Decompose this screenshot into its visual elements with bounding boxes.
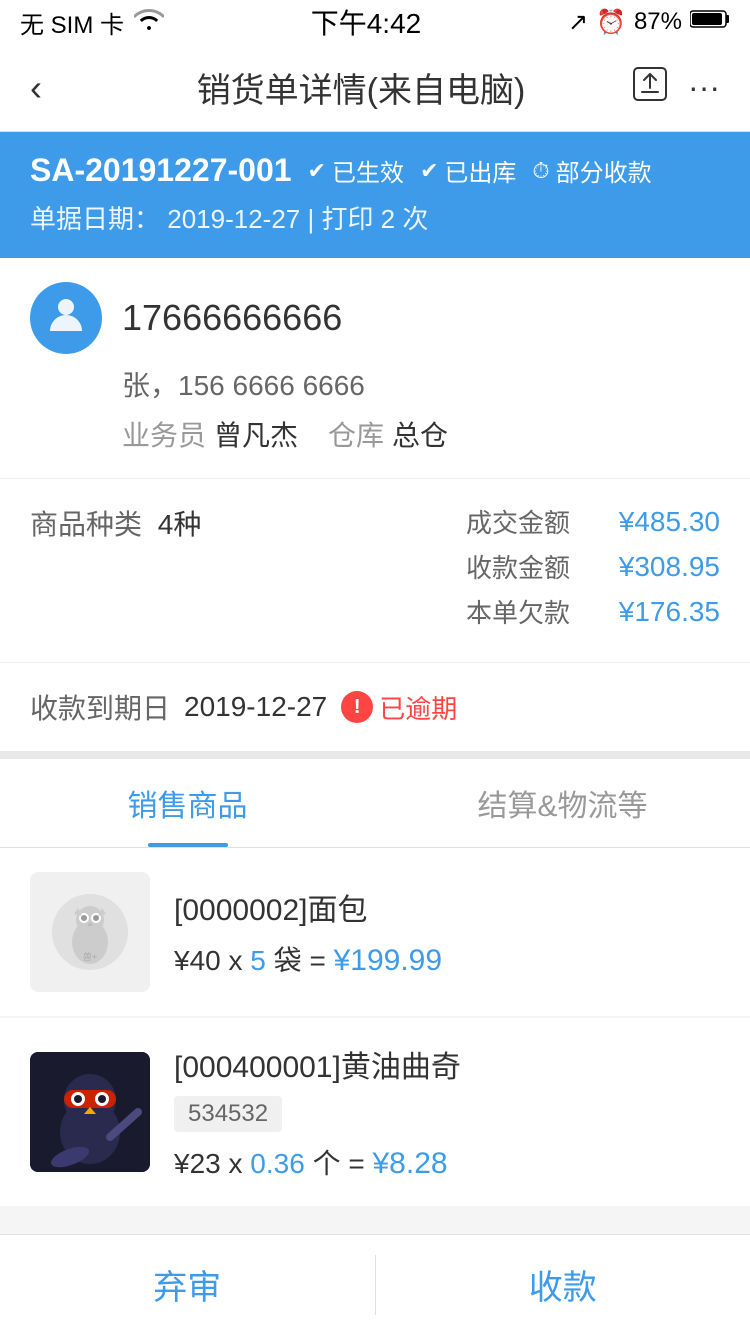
- product-qty-2: 0.36: [250, 1148, 305, 1179]
- received-amount: 收款金额 ¥308.95: [466, 548, 720, 585]
- due-section: 收款到期日 2019-12-27 ! 已逾期: [0, 663, 750, 759]
- signal-icon: 无 SIM 卡: [20, 5, 124, 40]
- product-type: 商品种类 4种: [30, 503, 201, 543]
- product-total-1: ¥199.99: [334, 944, 442, 977]
- export-icon[interactable]: [632, 66, 668, 110]
- product-list: 兽+ [0000002]面包 ¥40 x 5 袋 = ¥199.99: [0, 848, 750, 1206]
- time-display: 下午4:42: [311, 2, 422, 42]
- list-item[interactable]: 兽+ [0000002]面包 ¥40 x 5 袋 = ¥199.99: [0, 848, 750, 1016]
- overdue-text: 已逾期: [379, 689, 457, 726]
- cancel-button[interactable]: 弃审: [0, 1235, 375, 1334]
- product-info-2: [000400001]黄油曲奇 534532 ¥23 x 0.36 个 = ¥8…: [174, 1042, 720, 1182]
- product-total-2: ¥8.28: [373, 1147, 448, 1180]
- debt-amount: 本单欠款 ¥176.35: [466, 593, 720, 630]
- customer-info: 张，156 6666 6666: [30, 364, 720, 404]
- product-info-1: [0000002]面包 ¥40 x 5 袋 = ¥199.99: [174, 885, 720, 979]
- svg-text:兽+: 兽+: [83, 951, 97, 962]
- product-price-1: ¥40 x 5 袋 = ¥199.99: [174, 939, 720, 979]
- customer-row: 17666666666: [30, 282, 720, 354]
- product-name-2: [000400001]黄油曲奇: [174, 1042, 720, 1086]
- check-icon-2: ✔: [420, 158, 438, 184]
- bottom-bar: 弃审 收款: [0, 1234, 750, 1334]
- status-badge-1: ✔ 已生效: [308, 153, 404, 188]
- customer-section: 17666666666 张，156 6666 6666 业务员 曾凡杰 仓库 总…: [0, 258, 750, 479]
- tab-sales-products[interactable]: 销售商品: [0, 759, 375, 847]
- customer-phone: 17666666666: [122, 297, 342, 339]
- person-icon: [44, 291, 88, 345]
- avatar: [30, 282, 102, 354]
- confirm-button[interactable]: 收款: [376, 1235, 750, 1334]
- product-batch-2: 534532: [174, 1096, 282, 1132]
- status-bar: 无 SIM 卡 下午4:42 ↗ ⏰ 87%: [0, 0, 750, 44]
- product-image-1: 兽+: [30, 872, 150, 992]
- more-icon[interactable]: ···: [688, 69, 720, 106]
- clock-icon: ⏱: [532, 158, 549, 184]
- sales-detail: 业务员 曾凡杰: [122, 414, 298, 454]
- product-image-2: [30, 1052, 150, 1172]
- nav-bar: ‹ 销货单详情(来自电脑) ···: [0, 44, 750, 132]
- summary-row: 商品种类 4种 成交金额 ¥485.30 收款金额 ¥308.95 本单欠款 ¥…: [30, 503, 720, 638]
- alarm-icon: ⏰: [596, 8, 626, 37]
- product-qty-1: 5: [250, 945, 266, 976]
- status-badge-2: ✔ 已出库: [420, 153, 516, 188]
- tab-underline: [148, 843, 228, 847]
- list-item[interactable]: [000400001]黄油曲奇 534532 ¥23 x 0.36 个 = ¥8…: [0, 1018, 750, 1206]
- status-bar-right: ↗ ⏰ 87%: [568, 8, 730, 37]
- amount-summary: 成交金额 ¥485.30 收款金额 ¥308.95 本单欠款 ¥176.35: [466, 503, 720, 638]
- order-id-row: SA-20191227-001 ✔ 已生效 ✔ 已出库 ⏱ 部分收款: [30, 152, 720, 189]
- order-header: SA-20191227-001 ✔ 已生效 ✔ 已出库 ⏱ 部分收款 单据日期：…: [0, 132, 750, 258]
- battery-level: 87%: [634, 8, 682, 36]
- tabs: 销售商品 结算&物流等: [0, 759, 750, 848]
- warehouse-detail: 仓库 总仓: [328, 414, 448, 454]
- order-id: SA-20191227-001: [30, 152, 292, 189]
- due-date-value: 2019-12-27: [184, 691, 327, 723]
- product-price-2: ¥23 x 0.36 个 = ¥8.28: [174, 1142, 720, 1182]
- nav-actions: ···: [632, 66, 720, 110]
- customer-detail-row: 业务员 曾凡杰 仓库 总仓: [30, 414, 720, 454]
- status-bar-left: 无 SIM 卡: [20, 5, 164, 40]
- product-name-1: [0000002]面包: [174, 885, 720, 929]
- overdue-icon: !: [341, 691, 373, 723]
- due-label: 收款到期日: [30, 687, 170, 727]
- location-icon: ↗: [568, 8, 588, 37]
- status-badge-3: ⏱ 部分收款: [532, 153, 651, 188]
- battery-icon: [690, 8, 730, 36]
- transaction-amount: 成交金额 ¥485.30: [466, 503, 720, 540]
- overdue-badge: ! 已逾期: [341, 689, 457, 726]
- order-meta: 单据日期： 2019-12-27 | 打印 2 次: [30, 199, 720, 236]
- tab-settlement[interactable]: 结算&物流等: [375, 759, 750, 847]
- wifi-icon: [134, 8, 164, 37]
- summary-section: 商品种类 4种 成交金额 ¥485.30 收款金额 ¥308.95 本单欠款 ¥…: [0, 479, 750, 663]
- check-icon-1: ✔: [308, 158, 326, 184]
- back-button[interactable]: ‹: [30, 67, 90, 109]
- page-title: 销货单详情(来自电脑): [90, 63, 632, 112]
